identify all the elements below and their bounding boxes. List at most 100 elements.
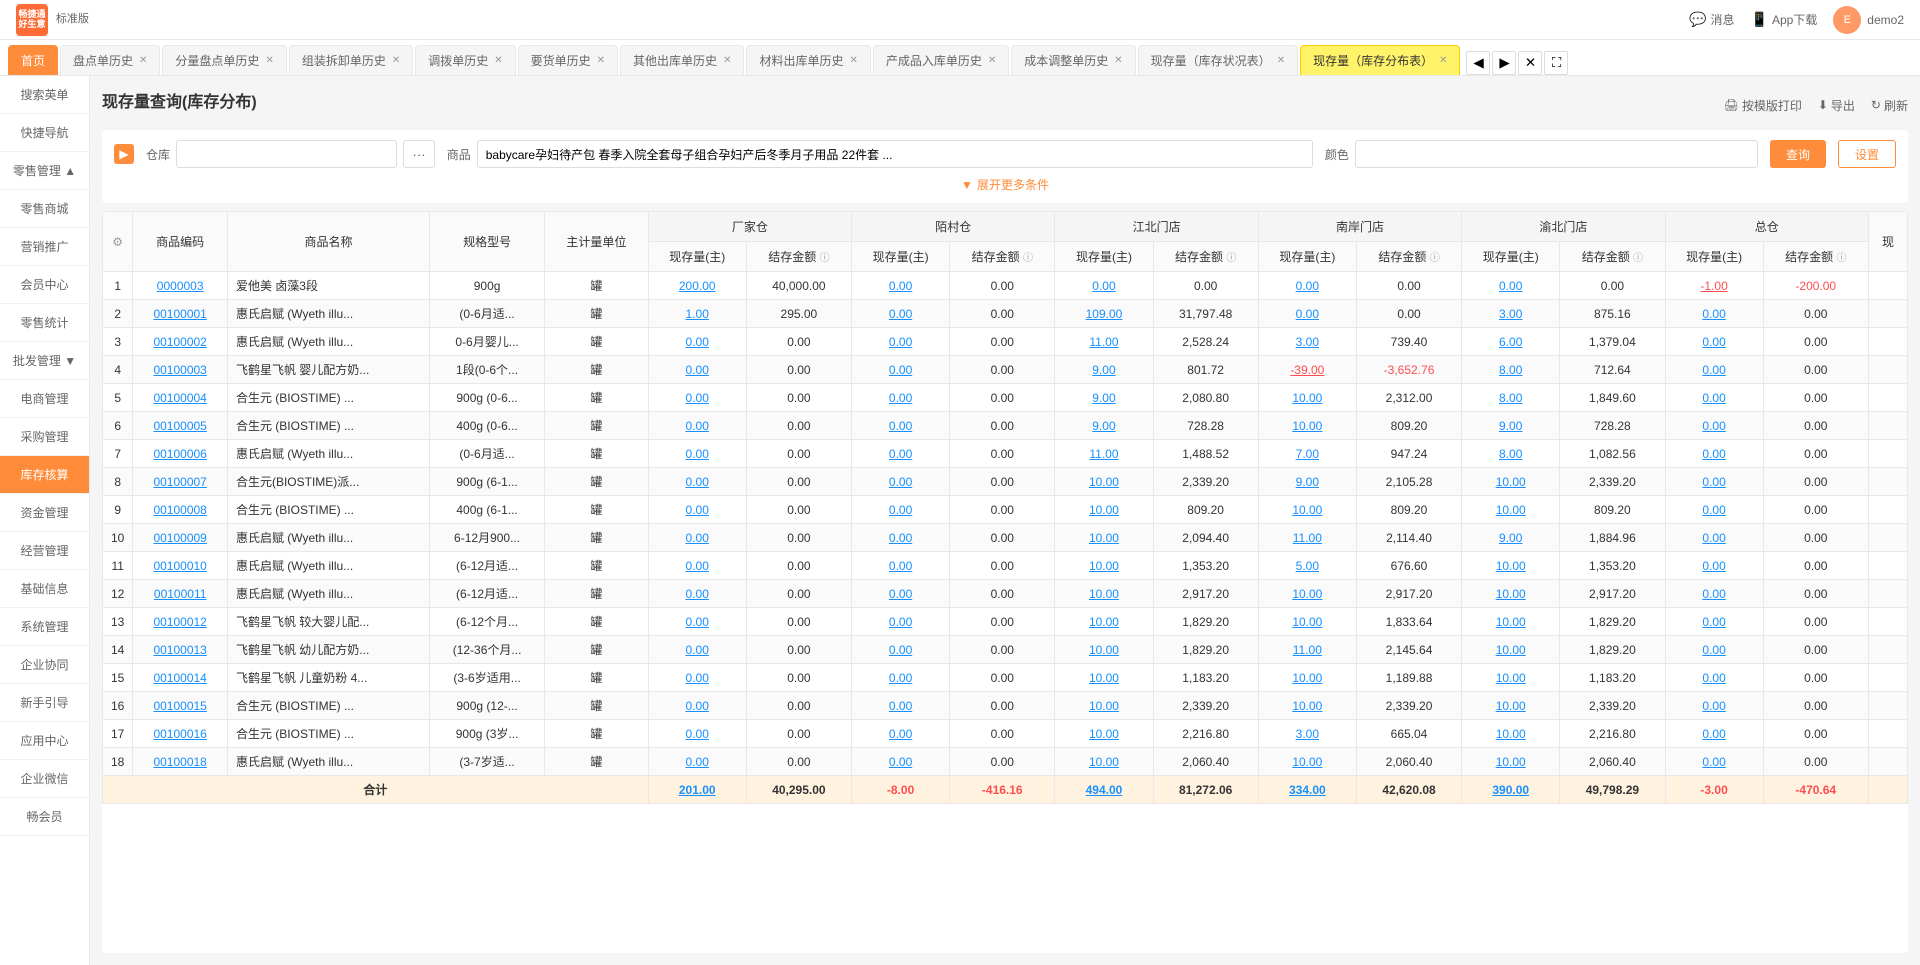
expand-conditions[interactable]: ▼ 展开更多条件 [114, 176, 1896, 193]
row-factory-qty[interactable]: 0.00 [648, 748, 746, 776]
row-nanan-qty[interactable]: 11.00 [1258, 524, 1356, 552]
tab-fenpandian[interactable]: 分量盘点单历史 ✕ [162, 45, 286, 75]
close-icon[interactable]: ✕ [723, 55, 731, 66]
row-yubei-qty[interactable]: 10.00 [1462, 636, 1560, 664]
row-factory-qty[interactable]: 0.00 [648, 412, 746, 440]
sidebar-item-app-center[interactable]: 应用中心 [0, 722, 89, 760]
sidebar-item-member[interactable]: 会员中心 [0, 266, 89, 304]
row-jiangbei-qty[interactable]: 10.00 [1055, 692, 1153, 720]
row-nanan-qty[interactable]: 10.00 [1258, 608, 1356, 636]
close-icon[interactable]: ✕ [265, 55, 273, 66]
user-avatar-area[interactable]: E demo2 [1833, 6, 1904, 34]
sidebar-item-ecom[interactable]: 电商管理 [0, 380, 89, 418]
query-btn[interactable]: 查询 [1770, 140, 1826, 168]
row-total-qty[interactable]: 0.00 [1665, 468, 1763, 496]
row-yubei-qty[interactable]: 9.00 [1462, 524, 1560, 552]
sidebar-item-retail-shop[interactable]: 零售商城 [0, 190, 89, 228]
export-btn[interactable]: ⬇ 导出 [1818, 97, 1855, 114]
footer-total-qty[interactable]: -3.00 [1665, 776, 1763, 804]
footer-yubei-qty[interactable]: 390.00 [1462, 776, 1560, 804]
row-jiangbei-qty[interactable]: 10.00 [1055, 468, 1153, 496]
sidebar-item-retail-stats[interactable]: 零售统计 [0, 304, 89, 342]
row-yubei-qty[interactable]: 10.00 [1462, 664, 1560, 692]
tab-chengpin[interactable]: 产成品入库单历史 ✕ [873, 45, 1009, 75]
row-total-qty[interactable]: 0.00 [1665, 748, 1763, 776]
row-yubei-qty[interactable]: 10.00 [1462, 720, 1560, 748]
row-factory-qty[interactable]: 0.00 [648, 468, 746, 496]
row-code[interactable]: 0000003 [133, 272, 228, 300]
row-code[interactable]: 00100001 [133, 300, 228, 328]
messages-btn[interactable]: 💬 消息 [1689, 11, 1734, 28]
row-jiangbei-qty[interactable]: 0.00 [1055, 272, 1153, 300]
row-mocun-qty[interactable]: 0.00 [852, 272, 950, 300]
sidebar-item-finance[interactable]: 资金管理 [0, 494, 89, 532]
footer-nanan-qty[interactable]: 334.00 [1258, 776, 1356, 804]
row-total-qty[interactable]: 0.00 [1665, 384, 1763, 412]
tab-zuhe[interactable]: 组装拆卸单历史 ✕ [289, 45, 413, 75]
row-total-qty[interactable]: 0.00 [1665, 552, 1763, 580]
row-factory-qty[interactable]: 0.00 [648, 720, 746, 748]
row-code[interactable]: 00100014 [133, 664, 228, 692]
row-yubei-qty[interactable]: 10.00 [1462, 608, 1560, 636]
row-mocun-qty[interactable]: 0.00 [852, 636, 950, 664]
row-mocun-qty[interactable]: 0.00 [852, 496, 950, 524]
row-nanan-qty[interactable]: 9.00 [1258, 468, 1356, 496]
row-nanan-qty[interactable]: 10.00 [1258, 412, 1356, 440]
row-mocun-qty[interactable]: 0.00 [852, 412, 950, 440]
tab-expand-btn[interactable]: ⛶ [1544, 51, 1568, 75]
row-total-qty[interactable]: 0.00 [1665, 580, 1763, 608]
row-mocun-qty[interactable]: 0.00 [852, 748, 950, 776]
sidebar-item-marketing[interactable]: 营销推广 [0, 228, 89, 266]
row-code[interactable]: 00100012 [133, 608, 228, 636]
row-nanan-qty[interactable]: 10.00 [1258, 692, 1356, 720]
row-yubei-qty[interactable]: 8.00 [1462, 356, 1560, 384]
close-icon[interactable]: ✕ [392, 55, 400, 66]
row-total-qty[interactable]: 0.00 [1665, 496, 1763, 524]
row-yubei-qty[interactable]: 10.00 [1462, 496, 1560, 524]
tab-diaoba[interactable]: 调拨单历史 ✕ [415, 45, 515, 75]
refresh-btn[interactable]: ↻ 刷新 [1871, 97, 1908, 114]
row-factory-qty[interactable]: 0.00 [648, 384, 746, 412]
tab-qita[interactable]: 其他出库单历史 ✕ [620, 45, 744, 75]
row-nanan-qty[interactable]: 10.00 [1258, 664, 1356, 692]
row-code[interactable]: 00100004 [133, 384, 228, 412]
row-jiangbei-qty[interactable]: 9.00 [1055, 384, 1153, 412]
row-factory-qty[interactable]: 0.00 [648, 692, 746, 720]
row-factory-qty[interactable]: 0.00 [648, 580, 746, 608]
app-download-btn[interactable]: 📱 App下载 [1751, 11, 1818, 28]
row-total-qty[interactable]: 0.00 [1665, 720, 1763, 748]
row-nanan-qty[interactable]: -39.00 [1258, 356, 1356, 384]
row-code[interactable]: 00100008 [133, 496, 228, 524]
row-mocun-qty[interactable]: 0.00 [852, 580, 950, 608]
tab-chengben[interactable]: 成本调整单历史 ✕ [1011, 45, 1135, 75]
color-input[interactable] [1355, 140, 1758, 168]
close-icon[interactable]: ✕ [1114, 55, 1122, 66]
row-yubei-qty[interactable]: 9.00 [1462, 412, 1560, 440]
sidebar-item-wholesale[interactable]: 批发管理 ▼ [0, 342, 89, 380]
row-factory-qty[interactable]: 0.00 [648, 356, 746, 384]
row-jiangbei-qty[interactable]: 10.00 [1055, 720, 1153, 748]
footer-mocun-qty[interactable]: -8.00 [852, 776, 950, 804]
tab-prev-btn[interactable]: ◀ [1466, 51, 1490, 75]
row-nanan-qty[interactable]: 0.00 [1258, 300, 1356, 328]
row-nanan-qty[interactable]: 10.00 [1258, 580, 1356, 608]
tab-yaohuo[interactable]: 要货单历史 ✕ [518, 45, 618, 75]
sidebar-item-enterprise[interactable]: 企业协同 [0, 646, 89, 684]
close-icon[interactable]: ✕ [597, 55, 605, 66]
tab-xiancun-kuanghkuang[interactable]: 现存量（库存状况表） ✕ [1138, 45, 1298, 75]
sidebar-item-inventory[interactable]: 库存核算 [0, 456, 89, 494]
collapse-btn[interactable]: ▶ [114, 144, 134, 164]
tab-pandian[interactable]: 盘点单历史 ✕ [60, 45, 160, 75]
row-jiangbei-qty[interactable]: 9.00 [1055, 356, 1153, 384]
sidebar-item-weixin[interactable]: 企业微信 [0, 760, 89, 798]
row-total-qty[interactable]: 0.00 [1665, 524, 1763, 552]
row-yubei-qty[interactable]: 8.00 [1462, 384, 1560, 412]
row-code[interactable]: 00100011 [133, 580, 228, 608]
row-mocun-qty[interactable]: 0.00 [852, 384, 950, 412]
sidebar-item-operation[interactable]: 经营管理 [0, 532, 89, 570]
tab-close-all-btn[interactable]: ✕ [1518, 51, 1542, 75]
row-mocun-qty[interactable]: 0.00 [852, 552, 950, 580]
sidebar-item-member2[interactable]: 畅会员 [0, 798, 89, 836]
close-icon[interactable]: ✕ [849, 55, 857, 66]
row-factory-qty[interactable]: 0.00 [648, 608, 746, 636]
